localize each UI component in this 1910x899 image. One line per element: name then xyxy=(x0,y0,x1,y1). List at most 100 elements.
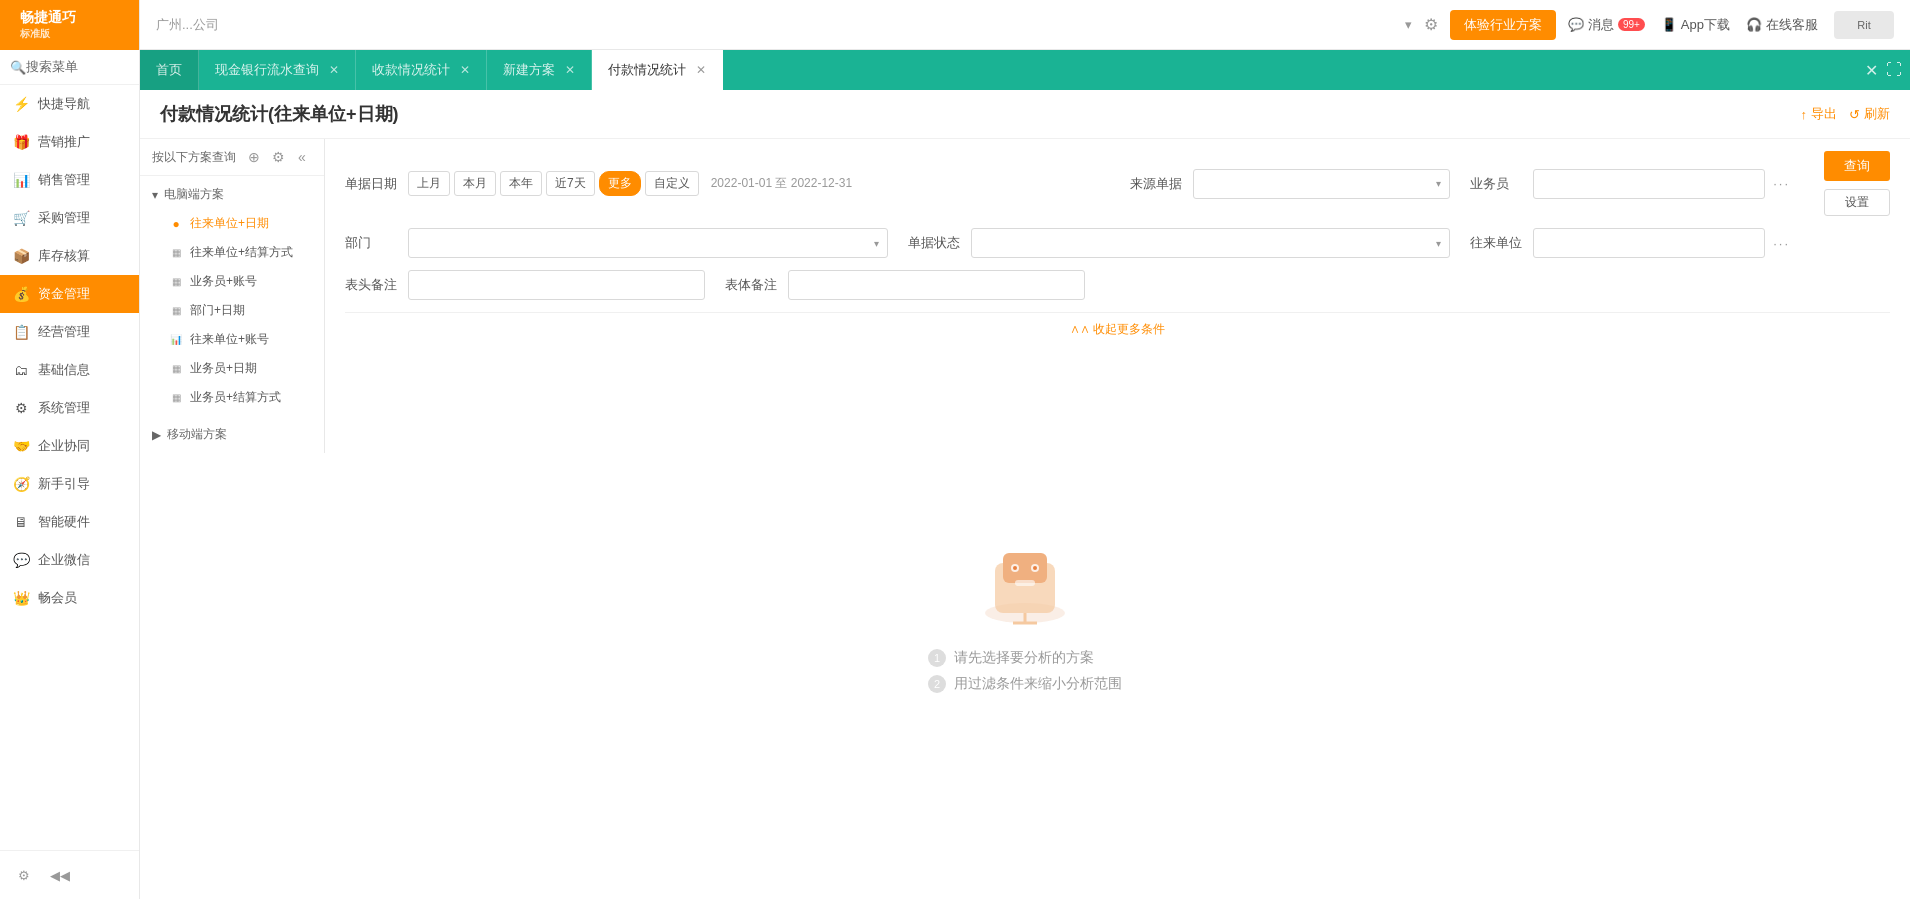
query-form: 单据日期 上月 本月 本年 近7天 更多 自定义 2022-01-01 至 20… xyxy=(325,139,1910,453)
refresh-btn[interactable]: ↺ 刷新 xyxy=(1849,105,1890,123)
app-download-btn[interactable]: 📱 App下载 xyxy=(1661,16,1730,34)
date-buttons: 上月 本月 本年 近7天 更多 自定义 xyxy=(408,171,699,196)
online-service-btn[interactable]: 🎧 在线客服 xyxy=(1746,16,1818,34)
sidebar-item-sales[interactable]: 📊 销售管理 xyxy=(0,161,139,199)
scheme-item-staff-date[interactable]: ▦ 业务员+日期 xyxy=(140,354,324,383)
tab-bank-flow[interactable]: 现金银行流水查询 ✕ xyxy=(199,50,356,90)
tab-home[interactable]: 首页 xyxy=(140,50,199,90)
filter-area: 按以下方案查询 ⊕ ⚙ « ▾ 电脑端方案 ● 往来单位+日期 xyxy=(140,139,1910,453)
staff-dots-icon[interactable]: ··· xyxy=(1773,176,1790,191)
topbar-gear-icon[interactable]: ⚙ xyxy=(1424,15,1438,34)
date-btn-more[interactable]: 更多 xyxy=(599,171,641,196)
tab-new-scheme-close-icon[interactable]: ✕ xyxy=(565,63,575,77)
sidebar-item-corp[interactable]: 🤝 企业协同 xyxy=(0,427,139,465)
table-head-note-input[interactable] xyxy=(408,270,705,300)
system-icon: ⚙ xyxy=(12,399,30,417)
collapse-bar[interactable]: ∧∧ 收起更多条件 xyxy=(345,312,1890,346)
date-btn-this-year[interactable]: 本年 xyxy=(500,171,542,196)
table-body-note-input[interactable] xyxy=(788,270,1085,300)
sidebar-item-member[interactable]: 👑 畅会员 xyxy=(0,579,139,617)
headset-icon: 🎧 xyxy=(1746,17,1762,32)
tab-new-scheme-label: 新建方案 xyxy=(503,61,555,79)
scheme-item-unit-account[interactable]: 📊 往来单位+账号 xyxy=(140,325,324,354)
scheme-item-dept-date[interactable]: ▦ 部门+日期 xyxy=(140,296,324,325)
sidebar-item-basic-info[interactable]: 🗂 基础信息 xyxy=(0,351,139,389)
trial-btn[interactable]: 体验行业方案 xyxy=(1450,10,1556,40)
tabs-fullscreen-icon[interactable]: ⛶ xyxy=(1886,61,1902,79)
tabs-bar: 首页 现金银行流水查询 ✕ 收款情况统计 ✕ 新建方案 ✕ 付款情况统计 ✕ ✕… xyxy=(140,50,1910,90)
sidebar-item-quick-nav[interactable]: ⚡ 快捷导航 xyxy=(0,85,139,123)
hardware-icon: 🖥 xyxy=(12,513,30,531)
counter-party-input[interactable] xyxy=(1533,228,1765,258)
sidebar-item-marketing[interactable]: 🎁 营销推广 xyxy=(0,123,139,161)
sidebar-item-operation[interactable]: 📋 经营管理 xyxy=(0,313,139,351)
sidebar-item-guide[interactable]: 🧭 新手引导 xyxy=(0,465,139,503)
sidebar-label-guide: 新手引导 xyxy=(38,475,90,493)
page-title: 付款情况统计(往来单位+日期) xyxy=(160,102,399,126)
date-btn-custom[interactable]: 自定义 xyxy=(645,171,699,196)
staff-field: 业务员 ··· xyxy=(1470,169,1790,199)
tabs-close-icon[interactable]: ✕ xyxy=(1865,61,1878,80)
settings-scheme-icon[interactable]: ⚙ xyxy=(268,147,288,167)
scheme-item-staff-account[interactable]: ▦ 业务员+账号 xyxy=(140,267,324,296)
scheme-item-dept-date-label: 部门+日期 xyxy=(190,302,245,319)
dept-select[interactable]: ▾ xyxy=(408,228,888,258)
table-body-note-label: 表体备注 xyxy=(725,276,780,294)
staff-input[interactable] xyxy=(1533,169,1765,199)
sidebar-label-corp: 企业协同 xyxy=(38,437,90,455)
tab-payment-stats-close-icon[interactable]: ✕ xyxy=(696,63,706,77)
query-btn[interactable]: 查询 xyxy=(1824,151,1890,181)
source-select[interactable]: ▾ xyxy=(1193,169,1450,199)
sidebar-item-system[interactable]: ⚙ 系统管理 xyxy=(0,389,139,427)
sidebar-item-hardware[interactable]: 🖥 智能硬件 xyxy=(0,503,139,541)
message-btn[interactable]: 💬 消息 99+ xyxy=(1568,16,1645,34)
avatar[interactable]: Rit xyxy=(1834,11,1894,39)
refresh-label: 刷新 xyxy=(1864,105,1890,123)
counter-party-dots-icon[interactable]: ··· xyxy=(1773,236,1790,251)
collapse-sidebar-btn[interactable]: ◀◀ xyxy=(46,861,74,889)
collapse-scheme-icon[interactable]: « xyxy=(292,147,312,167)
sidebar-item-wechat[interactable]: 💬 企业微信 xyxy=(0,541,139,579)
settings-btn[interactable]: 设置 xyxy=(1824,189,1890,216)
sidebar-item-funds[interactable]: 💰 资金管理 xyxy=(0,275,139,313)
scheme-item-unit-date[interactable]: ● 往来单位+日期 xyxy=(140,209,324,238)
source-label: 来源单据 xyxy=(1130,175,1185,193)
scheme-item-unit-settlement-icon: ▦ xyxy=(168,245,184,261)
search-menu[interactable]: 🔍 搜索菜单 xyxy=(0,50,139,85)
settings-bottom-btn[interactable]: ⚙ xyxy=(10,861,38,889)
date-range-text: 2022-01-01 至 2022-12-31 xyxy=(711,175,852,192)
sidebar-label-inventory: 库存核算 xyxy=(38,247,90,265)
export-btn[interactable]: ↑ 导出 xyxy=(1801,105,1838,123)
tab-payment-stats[interactable]: 付款情况统计 ✕ xyxy=(592,50,723,90)
tab-income-stats-close-icon[interactable]: ✕ xyxy=(460,63,470,77)
search-icon: 🔍 xyxy=(10,60,26,75)
add-scheme-icon[interactable]: ⊕ xyxy=(244,147,264,167)
company-chevron-icon[interactable]: ▾ xyxy=(1405,17,1412,32)
scheme-item-staff-settlement[interactable]: ▦ 业务员+结算方式 xyxy=(140,383,324,412)
date-btn-this-month[interactable]: 本月 xyxy=(454,171,496,196)
sidebar-label-operation: 经营管理 xyxy=(38,323,90,341)
scheme-header-title: 按以下方案查询 xyxy=(152,149,236,166)
date-btn-last-7days[interactable]: 近7天 xyxy=(546,171,595,196)
scheme-group-desktop-title[interactable]: ▾ 电脑端方案 xyxy=(140,180,324,209)
logo-version: 标准版 xyxy=(20,27,76,41)
tab-income-stats[interactable]: 收款情况统计 ✕ xyxy=(356,50,487,90)
sidebar-label-basic-info: 基础信息 xyxy=(38,361,90,379)
svg-rect-2 xyxy=(1003,553,1047,583)
scheme-item-unit-settlement[interactable]: ▦ 往来单位+结算方式 xyxy=(140,238,324,267)
message-label: 消息 xyxy=(1588,16,1614,34)
sidebar-item-inventory[interactable]: 📦 库存核算 xyxy=(0,237,139,275)
svg-point-5 xyxy=(1013,566,1017,570)
avatar-text: Rit xyxy=(1857,19,1870,31)
bill-status-select[interactable]: ▾ xyxy=(971,228,1451,258)
bill-status-arrow-icon: ▾ xyxy=(1436,238,1441,249)
online-service-label: 在线客服 xyxy=(1766,16,1818,34)
empty-state-tip-1: 1 请先选择要分析的方案 xyxy=(928,649,1122,667)
export-label: 导出 xyxy=(1811,105,1837,123)
tab-bank-flow-close-icon[interactable]: ✕ xyxy=(329,63,339,77)
tab-new-scheme[interactable]: 新建方案 ✕ xyxy=(487,50,592,90)
sidebar-item-purchase[interactable]: 🛒 采购管理 xyxy=(0,199,139,237)
app-download-label: App下载 xyxy=(1681,16,1730,34)
date-btn-last-month[interactable]: 上月 xyxy=(408,171,450,196)
scheme-group-mobile-title[interactable]: ▶ 移动端方案 xyxy=(140,420,324,449)
